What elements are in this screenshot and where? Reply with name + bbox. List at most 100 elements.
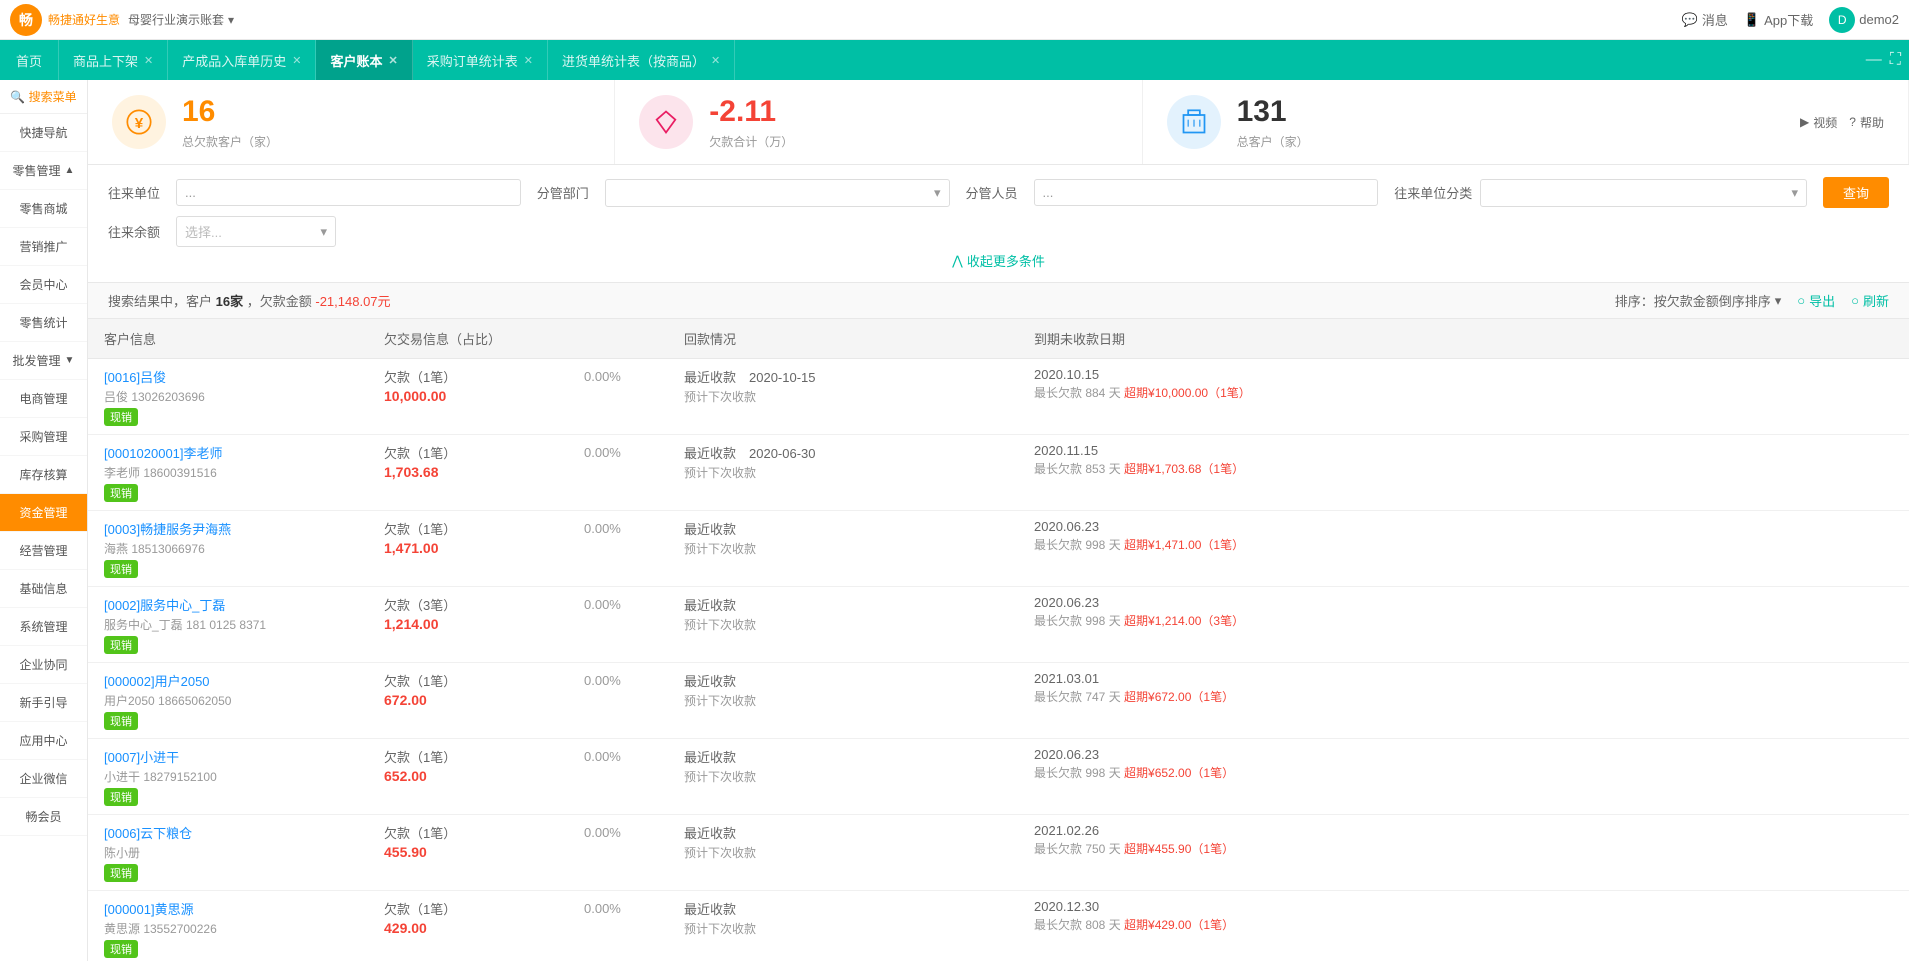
customer-name-link[interactable]: [0002]服务中心_丁磊 [104,595,352,614]
search-button[interactable]: 查询 [1823,177,1889,208]
customer-name-link[interactable]: [0003]畅捷服务尹海燕 [104,519,352,538]
sidebar-item-member-center[interactable]: 会员中心 [0,266,87,304]
person-input[interactable]: ... [1034,179,1379,206]
sidebar-item-app-center[interactable]: 应用中心 [0,722,87,760]
results-info-bar: 搜索结果中，客户 16家 ，欠款金额 -21,148.07元 排序：按欠款金额倒… [88,283,1909,319]
collapse-filter-button[interactable]: ⋀ 收起更多条件 [952,251,1045,270]
debt-amount[interactable]: 1,703.68 [384,464,552,480]
tab-purchase-order-close[interactable]: ✕ [524,54,533,67]
overdue-link[interactable]: 超期¥672.00（1笔） [1124,690,1234,704]
message-button[interactable]: 💬 消息 [1682,10,1728,29]
customer-tag: 现销 [104,864,138,882]
collapse-label: 收起更多条件 [967,251,1045,270]
enterprise-label: 企业协同 [19,656,67,673]
overdue-link[interactable]: 超期¥1,214.00（3笔） [1124,614,1244,628]
help-button[interactable]: ? 帮助 [1849,114,1884,131]
tab-customer-accounts-label: 客户账本 [330,51,382,70]
nav-minimize-icon[interactable]: — [1866,51,1882,69]
debt-amount[interactable]: 429.00 [384,920,552,936]
sidebar-item-system[interactable]: 系统管理 [0,608,87,646]
tab-products[interactable]: 商品上下架 ✕ [59,40,168,80]
video-button[interactable]: ▶ 视频 [1800,114,1837,131]
stat-icon-building [1167,95,1221,149]
due-date: 2020.10.15 [1034,367,1893,382]
sort-selector[interactable]: 排序：按欠款金额倒序排序 ▾ [1615,291,1782,310]
sidebar-item-ecommerce[interactable]: 电商管理 [0,380,87,418]
debt-amount[interactable]: 10,000.00 [384,388,552,404]
category-select[interactable]: ▾ [1480,179,1807,207]
sidebar-item-enterprise[interactable]: 企业协同 [0,646,87,684]
customer-name-link[interactable]: [0016]吕俊 [104,367,352,386]
user-avatar[interactable]: D demo2 [1829,7,1899,33]
due-date: 2020.12.30 [1034,899,1893,914]
debt-amount[interactable]: 1,471.00 [384,540,552,556]
tab-purchase-order[interactable]: 采购订单统计表 ✕ [413,40,548,80]
customer-tag: 现销 [104,788,138,806]
nav-expand-icon[interactable]: ⛶ [1890,51,1901,69]
sidebar-item-enterprise-wechat[interactable]: 企业微信 [0,760,87,798]
inventory-label: 库存核算 [19,466,67,483]
avatar-icon: D [1829,7,1855,33]
member-center-label: 会员中心 [19,276,67,293]
sidebar-item-basic-info[interactable]: 基础信息 [0,570,87,608]
retail-stats-label: 零售统计 [19,314,67,331]
overdue-link[interactable]: 超期¥1,703.68（1笔） [1124,462,1244,476]
sidebar-item-inventory[interactable]: 库存核算 [0,456,87,494]
tab-product-history-close[interactable]: ✕ [292,54,301,67]
tab-product-history[interactable]: 产成品入库单历史 ✕ [168,40,316,80]
tab-stock-stats[interactable]: 进货单统计表（按商品） ✕ [548,40,735,80]
sidebar-item-batch-mgmt[interactable]: 批发管理 ▼ [0,342,87,380]
dept-select[interactable]: ▾ [605,179,950,207]
table-row: [0016]吕俊 吕俊 13026203696 现销 欠款（1笔） 10,000… [88,359,1909,435]
customer-contact: 小进干 18279152100 [104,768,352,785]
app-logo-text: 畅捷通好生意 [48,11,120,28]
debt-amount[interactable]: 672.00 [384,692,552,708]
customer-name-link[interactable]: [0007]小进干 [104,747,352,766]
customer-name-link[interactable]: [0006]云下粮仓 [104,823,352,842]
overdue-link[interactable]: 超期¥455.90（1笔） [1124,842,1234,856]
tab-customer-accounts[interactable]: 客户账本 ✕ [316,40,412,80]
tab-customer-accounts-close[interactable]: ✕ [389,54,398,67]
debt-amount[interactable]: 652.00 [384,768,552,784]
sidebar-item-purchase-mgmt[interactable]: 采购管理 [0,418,87,456]
sidebar-item-retail-store[interactable]: 零售商城 [0,190,87,228]
app-download-button[interactable]: 📱 App下载 [1744,10,1813,29]
tab-home[interactable]: 首页 [0,40,59,80]
export-button[interactable]: ○ 导出 [1797,291,1835,310]
stat-icon-diamond [639,95,693,149]
sidebar-item-marketing[interactable]: 营销推广 [0,228,87,266]
store-selector[interactable]: 母婴行业演示账套 ▾ [128,11,234,28]
sidebar-item-vip-member[interactable]: 畅会员 [0,798,87,836]
results-actions: 排序：按欠款金额倒序排序 ▾ ○ 导出 ○ 刷新 [1615,291,1889,310]
next-payment-label: 预计下次收款 [684,540,1002,557]
customer-name-link[interactable]: [0001020001]李老师 [104,443,352,462]
overdue-link[interactable]: 超期¥652.00（1笔） [1124,766,1234,780]
sidebar-item-finance[interactable]: 资金管理 [0,494,87,532]
debt-amount[interactable]: 455.90 [384,844,552,860]
tab-products-close[interactable]: ✕ [144,54,153,67]
supplier-input[interactable]: ... [176,179,521,206]
customer-name-link[interactable]: [000001]黄思源 [104,899,352,918]
sidebar-item-retail-stats[interactable]: 零售统计 [0,304,87,342]
customer-tag: 现销 [104,484,138,502]
overdue-link[interactable]: 超期¥429.00（1笔） [1124,918,1234,932]
debt-amount[interactable]: 1,214.00 [384,616,552,632]
sidebar-item-ops[interactable]: 经营管理 [0,532,87,570]
sort-chevron-icon: ▾ [1775,293,1782,309]
sidebar-item-quick-nav[interactable]: 快捷导航 [0,114,87,152]
last-payment-info: 最近收款 [684,519,1002,538]
overdue-link[interactable]: 超期¥10,000.00（1笔） [1124,386,1251,400]
sidebar-search[interactable]: 🔍 搜索菜单 [0,80,87,114]
overdue-link[interactable]: 超期¥1,471.00（1笔） [1124,538,1244,552]
customer-table: 客户信息 欠交易信息（占比） 回款情况 到期未收款日期 [0016]吕俊 吕俊 … [88,319,1909,961]
tab-stock-stats-close[interactable]: ✕ [711,54,720,67]
sidebar-item-new-guide[interactable]: 新手引导 [0,684,87,722]
sidebar-item-retail-mgmt[interactable]: 零售管理 ▲ [0,152,87,190]
help-icon: ? [1849,115,1856,129]
balance-select[interactable]: 选择... ▾ [176,216,336,247]
refresh-button[interactable]: ○ 刷新 [1851,291,1889,310]
table-row: [0002]服务中心_丁磊 服务中心_丁磊 181 0125 8371 现销 欠… [88,587,1909,663]
retail-store-label: 零售商城 [19,200,67,217]
customer-name-link[interactable]: [000002]用户2050 [104,671,352,690]
table-row: [000001]黄思源 黄思源 13552700226 现销 欠款（1笔） 42… [88,891,1909,961]
